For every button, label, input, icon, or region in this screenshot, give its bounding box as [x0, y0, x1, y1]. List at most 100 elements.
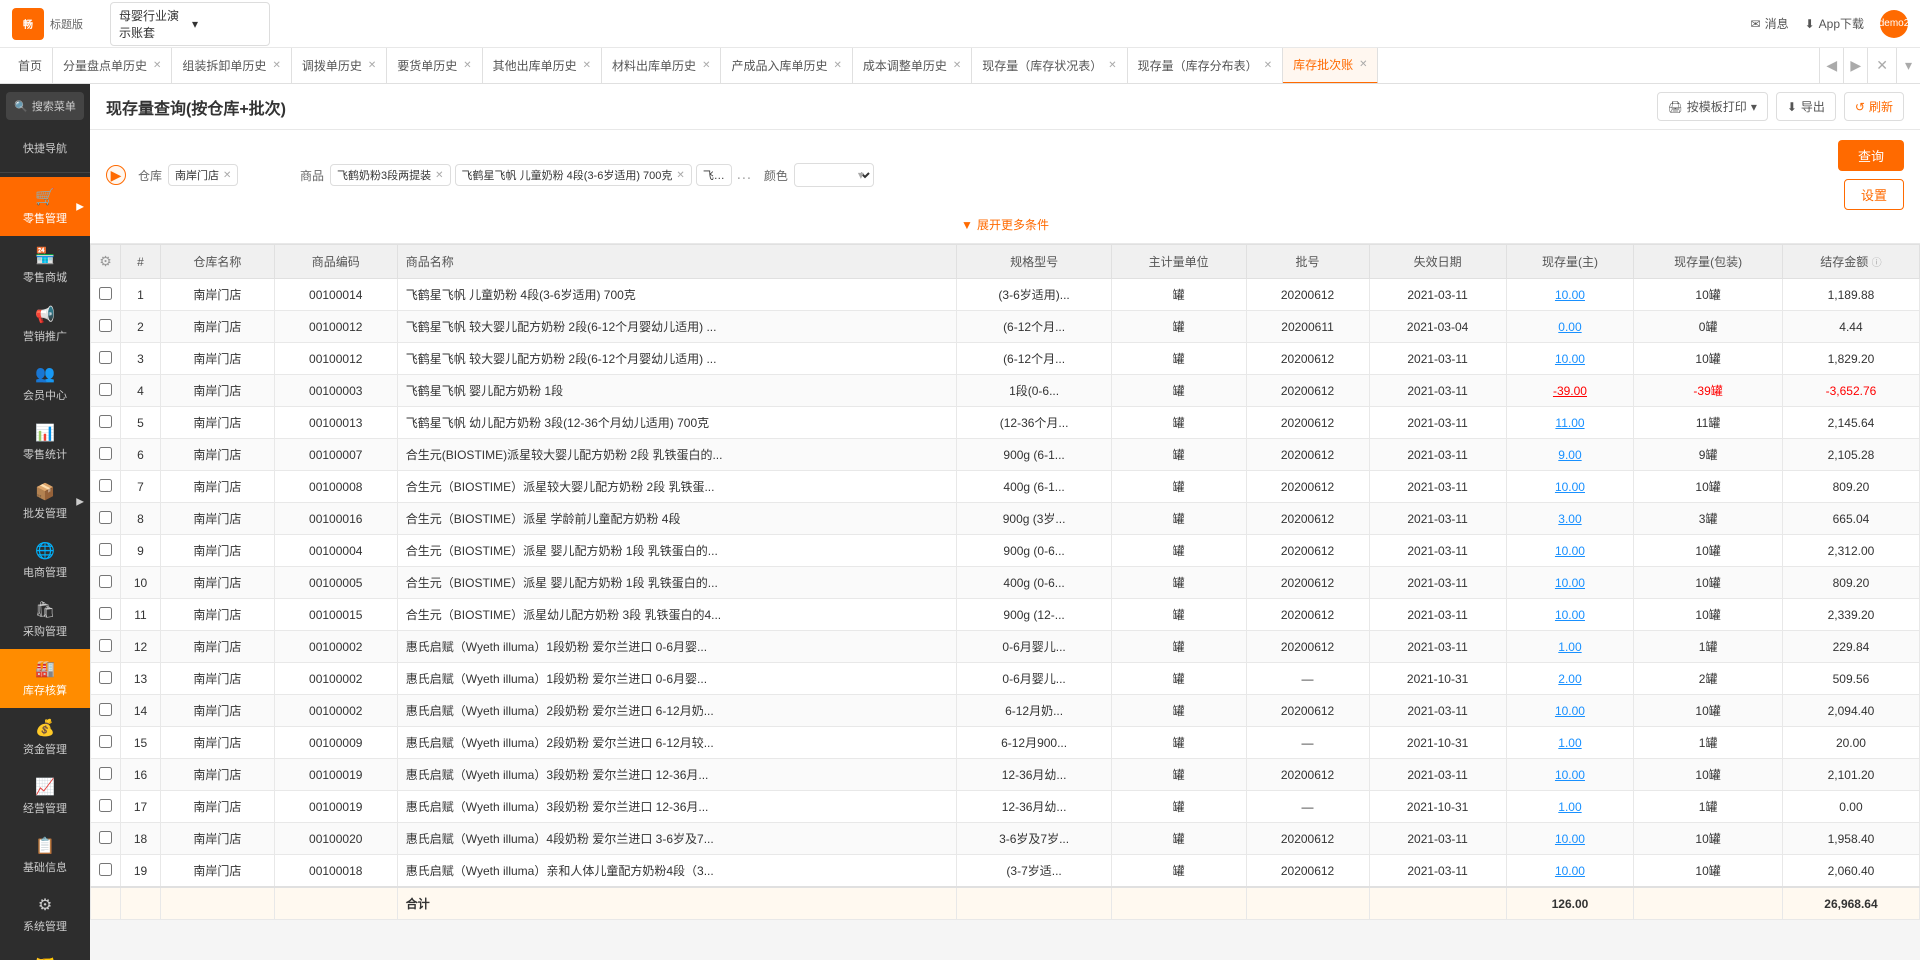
td-qty[interactable]: 1.00	[1506, 631, 1634, 663]
td-qty[interactable]: 2.00	[1506, 663, 1634, 695]
industry-selector[interactable]: 母婴行业演示账套 ▾	[110, 2, 270, 46]
avatar[interactable]: demo2	[1880, 10, 1908, 38]
td-checkbox[interactable]	[91, 727, 121, 759]
sidebar-item-basic[interactable]: 📋 基础信息	[0, 826, 90, 885]
row-checkbox-13[interactable]	[99, 703, 112, 716]
close-icon[interactable]: ✕	[1359, 59, 1367, 70]
td-checkbox[interactable]	[91, 599, 121, 631]
export-btn[interactable]: ⬇ 导出	[1776, 92, 1836, 121]
row-checkbox-15[interactable]	[99, 767, 112, 780]
tab-prev-btn[interactable]: ◀	[1819, 48, 1843, 84]
tab-cost-adjust-history[interactable]: 成本调整单历史 ✕	[853, 48, 972, 84]
sidebar-item-enterprise[interactable]: 🤝 企业协同	[0, 944, 90, 960]
close-icon[interactable]: ✕	[1264, 60, 1272, 71]
td-qty[interactable]: 9.00	[1506, 439, 1634, 471]
tab-material-out-history[interactable]: 材料出库单历史 ✕	[602, 48, 721, 84]
product-tag-1[interactable]: 飞鹤奶粉3段两提装 ✕	[330, 164, 451, 186]
remove-product-1-icon[interactable]: ✕	[435, 170, 443, 181]
td-checkbox[interactable]	[91, 791, 121, 823]
td-qty[interactable]: 10.00	[1506, 855, 1634, 888]
td-qty[interactable]: 11.00	[1506, 407, 1634, 439]
tab-mix-history[interactable]: 调拨单历史 ✕	[292, 48, 387, 84]
td-qty[interactable]: 10.00	[1506, 599, 1634, 631]
close-icon[interactable]: ✕	[463, 60, 471, 71]
remove-product-2-icon[interactable]: ✕	[676, 170, 684, 181]
row-checkbox-10[interactable]	[99, 607, 112, 620]
close-icon[interactable]: ✕	[702, 60, 710, 71]
row-checkbox-8[interactable]	[99, 543, 112, 556]
table-container[interactable]: ⚙ # 仓库名称 商品编码 商品名称 规格型号 主计量单位 批号 失效日期 现存…	[90, 244, 1920, 960]
sidebar-item-system[interactable]: ⚙ 系统管理	[0, 885, 90, 944]
tab-requisition-history[interactable]: 要货单历史 ✕	[387, 48, 482, 84]
close-icon[interactable]: ✕	[272, 60, 280, 71]
td-checkbox[interactable]	[91, 631, 121, 663]
sidebar-item-finance[interactable]: 💰 资金管理	[0, 708, 90, 767]
td-qty[interactable]: 10.00	[1506, 695, 1634, 727]
row-checkbox-17[interactable]	[99, 831, 112, 844]
td-qty[interactable]: 3.00	[1506, 503, 1634, 535]
app-download-btn[interactable]: ⬇ App下载	[1805, 15, 1864, 32]
row-checkbox-2[interactable]	[99, 351, 112, 364]
sidebar-item-retail[interactable]: 🛒 零售管理 ▶	[0, 177, 90, 236]
td-qty[interactable]: 1.00	[1506, 791, 1634, 823]
expand-more-btn[interactable]: ▼ 展开更多条件	[961, 216, 1049, 233]
row-checkbox-5[interactable]	[99, 447, 112, 460]
td-checkbox[interactable]	[91, 759, 121, 791]
td-checkbox[interactable]	[91, 695, 121, 727]
td-checkbox[interactable]	[91, 823, 121, 855]
expand-filter-btn[interactable]: ▶	[106, 165, 126, 185]
query-btn[interactable]: 查询	[1838, 140, 1904, 171]
refresh-btn[interactable]: ↺ 刷新	[1844, 92, 1904, 121]
color-select[interactable]	[794, 163, 874, 187]
td-qty[interactable]: 0.00	[1506, 311, 1634, 343]
close-icon[interactable]: ✕	[953, 60, 961, 71]
tab-product-in-history[interactable]: 产成品入库单历史 ✕	[721, 48, 852, 84]
row-checkbox-14[interactable]	[99, 735, 112, 748]
tab-stock-distribution[interactable]: 现存量（库存分布表） ✕	[1128, 48, 1283, 84]
td-checkbox[interactable]	[91, 535, 121, 567]
td-qty[interactable]: 10.00	[1506, 471, 1634, 503]
sidebar-item-ecommerce[interactable]: 🌐 电商管理	[0, 531, 90, 590]
row-checkbox-1[interactable]	[99, 319, 112, 332]
messages-btn[interactable]: ✉ 消息	[1751, 15, 1789, 32]
tab-other-out-history[interactable]: 其他出库单历史 ✕	[483, 48, 602, 84]
td-checkbox[interactable]	[91, 439, 121, 471]
search-menu-btn[interactable]: 🔍 搜索菜单	[6, 92, 84, 120]
td-checkbox[interactable]	[91, 407, 121, 439]
tab-stock-status[interactable]: 现存量（库存状况表） ✕	[972, 48, 1127, 84]
td-checkbox[interactable]	[91, 311, 121, 343]
sidebar-item-operations[interactable]: 📈 经营管理	[0, 767, 90, 826]
template-print-btn[interactable]: 🖨 按模板打印 ▾	[1657, 92, 1768, 121]
td-checkbox[interactable]	[91, 343, 121, 375]
row-checkbox-3[interactable]	[99, 383, 112, 396]
td-qty[interactable]: 10.00	[1506, 567, 1634, 599]
td-checkbox[interactable]	[91, 503, 121, 535]
shortcut-nav-btn[interactable]: 快捷导航	[6, 136, 84, 160]
tab-next-btn[interactable]: ▶	[1843, 48, 1867, 84]
tab-disassemble-history[interactable]: 组装拆卸单历史 ✕	[172, 48, 291, 84]
row-checkbox-6[interactable]	[99, 479, 112, 492]
td-qty[interactable]: 10.00	[1506, 823, 1634, 855]
close-icon[interactable]: ✕	[368, 60, 376, 71]
td-qty[interactable]: 10.00	[1506, 279, 1634, 311]
close-icon[interactable]: ✕	[1108, 60, 1116, 71]
table-settings-icon[interactable]: ⚙	[99, 253, 112, 269]
product-tag-more[interactable]: 飞…	[696, 164, 732, 186]
tab-close-all-btn[interactable]: ✕	[1867, 48, 1896, 84]
td-checkbox[interactable]	[91, 855, 121, 888]
td-checkbox[interactable]	[91, 567, 121, 599]
sidebar-item-membership[interactable]: 👥 会员中心	[0, 354, 90, 413]
row-checkbox-12[interactable]	[99, 671, 112, 684]
sidebar-item-inventory[interactable]: 🏭 库存核算	[0, 649, 90, 708]
tab-menu-btn[interactable]: ▾	[1896, 48, 1920, 84]
settings-btn[interactable]: 设置	[1844, 179, 1904, 210]
td-qty[interactable]: 10.00	[1506, 343, 1634, 375]
remove-warehouse-icon[interactable]: ✕	[223, 170, 231, 181]
td-qty[interactable]: 10.00	[1506, 759, 1634, 791]
product-tag-2[interactable]: 飞鹤星飞帆 儿童奶粉 4段(3-6岁适用) 700克 ✕	[455, 164, 692, 186]
row-checkbox-4[interactable]	[99, 415, 112, 428]
tab-home[interactable]: 首页	[8, 48, 53, 84]
sidebar-item-retail-stats[interactable]: 📊 零售统计	[0, 413, 90, 472]
row-checkbox-7[interactable]	[99, 511, 112, 524]
sidebar-item-retail-shop[interactable]: 🏪 零售商城	[0, 236, 90, 295]
